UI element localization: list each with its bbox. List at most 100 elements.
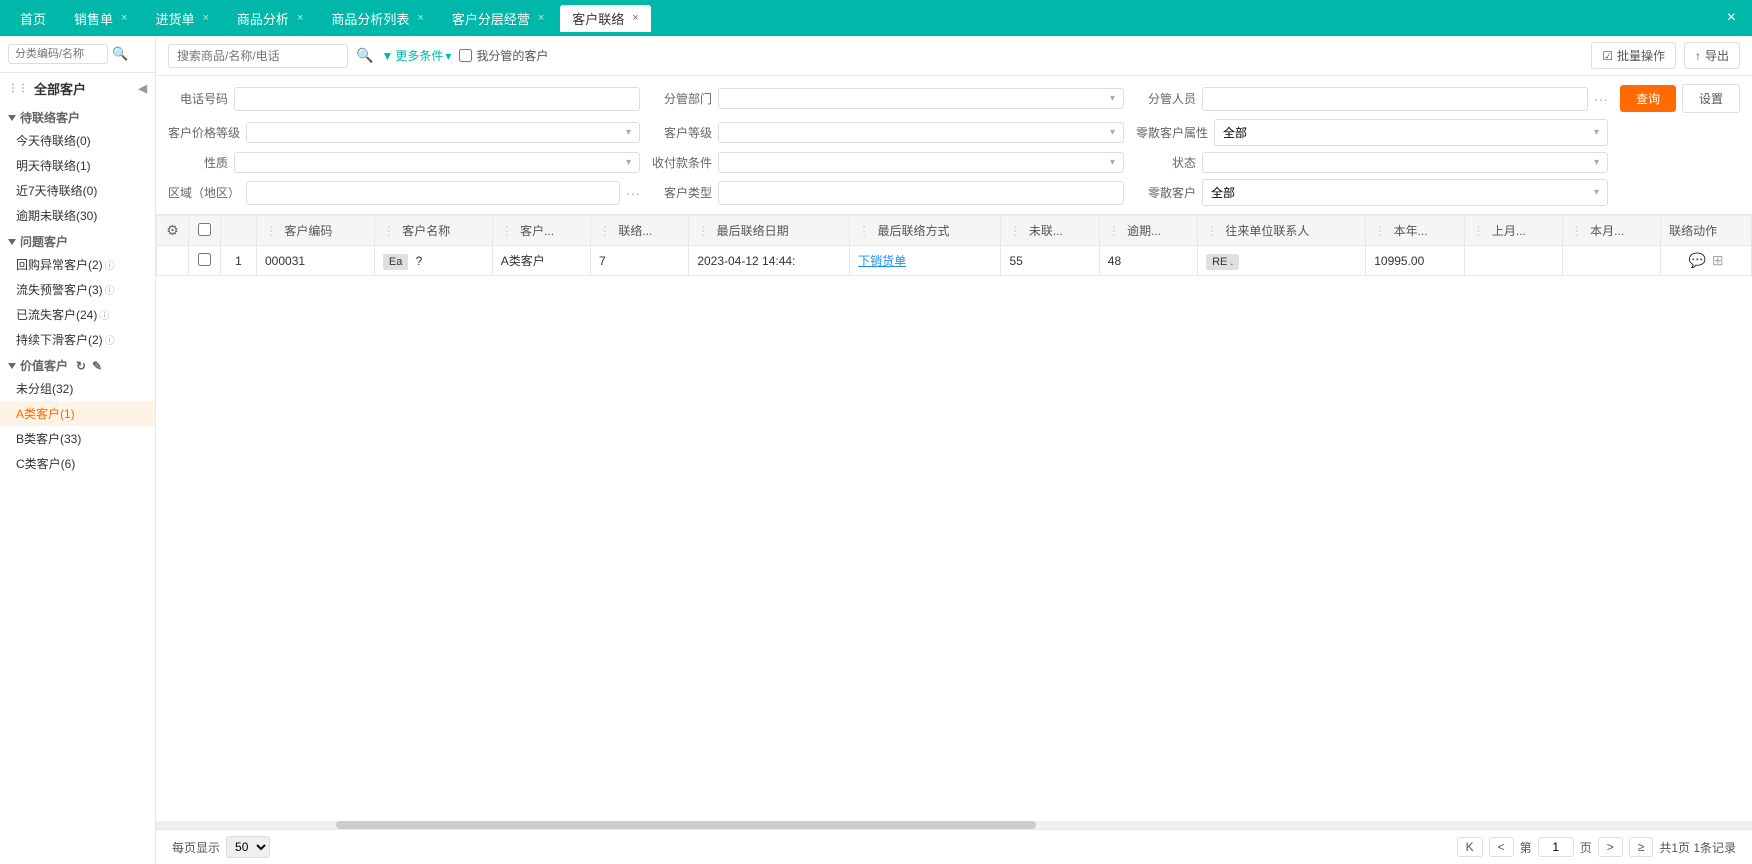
td-customer-code[interactable]: 000031 [257, 246, 375, 276]
info-icon-churn[interactable]: ⓘ [105, 282, 115, 297]
sidebar-item-class-a[interactable]: A类客户(1) [0, 401, 155, 426]
th-customer-type[interactable]: ⋮ 客户... [492, 216, 590, 246]
horizontal-scrollbar[interactable] [156, 821, 1752, 829]
td-last-contact-method[interactable]: 下销货单 [850, 246, 1001, 276]
sidebar-item-class-b[interactable]: B类客户(33) [0, 426, 155, 451]
refresh-value-icon[interactable]: ↻ [76, 359, 86, 373]
settings-button[interactable]: 设置 [1682, 84, 1740, 113]
payment-select[interactable]: ▾ [718, 152, 1124, 173]
nav-tab-analysis-list[interactable]: 商品分析列表 × [319, 5, 435, 32]
page-number-input[interactable] [1538, 837, 1574, 857]
group-problem-customers[interactable]: 问题客户 [0, 228, 155, 252]
sidebar-item-churn-warning[interactable]: 流失预警客户(3) ⓘ [0, 277, 155, 302]
row-checkbox[interactable] [198, 253, 211, 266]
nature-select[interactable]: ▾ [234, 152, 640, 173]
sidebar-item-repurchase-anomaly[interactable]: 回购异常客户(2) ⓘ [0, 252, 155, 277]
close-purchase-tab[interactable]: × [202, 12, 208, 24]
td-customer-name[interactable]: Ea ? [374, 246, 492, 276]
batch-ops-button[interactable]: ☑ 批量操作 [1591, 42, 1676, 69]
payment-chevron: ▾ [1110, 157, 1115, 168]
info-icon-declining[interactable]: ⓘ [105, 332, 115, 347]
nav-tab-sales[interactable]: 销售单 × [62, 5, 139, 32]
message-icon[interactable]: 💬 [1688, 252, 1705, 269]
sidebar-item-class-c[interactable]: C类客户(6) [0, 451, 155, 476]
close-sales-tab[interactable]: × [121, 12, 127, 24]
next-page-button[interactable]: > [1598, 837, 1623, 857]
all-customers-header[interactable]: ⋮⋮ 全部客户 ◀ [0, 73, 155, 104]
sidebar-item-declining[interactable]: 持续下滑客户(2) ⓘ [0, 327, 155, 352]
th-overdue[interactable]: ⋮ 逾期... [1099, 216, 1197, 246]
scrollbar-thumb[interactable] [336, 821, 1036, 829]
th-this-month[interactable]: ⋮ 本月... [1562, 216, 1660, 246]
th-checkbox[interactable] [189, 216, 221, 246]
close-contact-tab[interactable]: × [632, 12, 638, 24]
last-page-button[interactable]: ≥ [1629, 837, 1654, 857]
th-contact-count[interactable]: ⋮ 联络... [591, 216, 689, 246]
customer-level-select[interactable]: ▾ [718, 122, 1124, 143]
search-input[interactable] [168, 44, 348, 68]
top-navigation: 首页 销售单 × 进货单 × 商品分析 × 商品分析列表 × 客户分层经营 × … [0, 0, 1752, 36]
contact-method-link[interactable]: 下销货单 [858, 254, 906, 268]
prev-page-button[interactable]: < [1489, 837, 1514, 857]
dept-select[interactable]: ▾ [718, 88, 1124, 109]
nav-home[interactable]: 首页 [8, 5, 58, 32]
close-analysis-list-tab[interactable]: × [417, 12, 423, 24]
sidebar-item-tomorrow-contact[interactable]: 明天待联络(1) [0, 153, 155, 178]
filter-row-1: 电话号码 分管部门 ▾ 分管人员 ··· 查询 设置 [168, 84, 1740, 113]
nav-tab-analysis[interactable]: 商品分析 × [225, 5, 315, 32]
close-analysis-tab[interactable]: × [297, 12, 303, 24]
th-contacts-person[interactable]: ⋮ 往来单位联系人 [1198, 216, 1366, 246]
page-label: 第 [1520, 839, 1532, 856]
td-checkbox[interactable] [189, 246, 221, 276]
th-settings[interactable]: ⚙ [157, 216, 189, 246]
payment-field: 收付款条件 ▾ [652, 152, 1124, 173]
th-customer-name[interactable]: ⋮ 客户名称 [374, 216, 492, 246]
column-settings-icon[interactable]: ⚙ [166, 222, 179, 238]
status-label: 状态 [1136, 154, 1196, 171]
person-input[interactable] [1202, 87, 1588, 111]
my-customers-checkbox[interactable]: 我分管的客户 [459, 47, 548, 64]
edit-value-icon[interactable]: ✎ [92, 359, 102, 373]
th-no-contact[interactable]: ⋮ 未联... [1001, 216, 1099, 246]
person-dots[interactable]: ··· [1594, 91, 1608, 107]
close-segment-tab[interactable]: × [538, 12, 544, 24]
phone-input[interactable] [234, 87, 640, 111]
sidebar-search-icon[interactable]: 🔍 [112, 46, 128, 62]
sidebar-search-input[interactable] [8, 44, 108, 64]
sidebar-item-unclassified[interactable]: 未分组(32) [0, 376, 155, 401]
query-button[interactable]: 查询 [1620, 85, 1676, 112]
region-input[interactable] [246, 181, 620, 205]
group-value-customers[interactable]: 价值客户 ↻ ✎ [0, 352, 155, 376]
search-button[interactable]: 🔍 [356, 47, 373, 64]
my-customers-check[interactable] [459, 49, 472, 62]
region-dots[interactable]: ··· [626, 185, 640, 201]
qr-icon[interactable]: ⊞ [1712, 252, 1724, 269]
info-icon-churned[interactable]: ⓘ [99, 307, 109, 322]
group-pending-contact[interactable]: 待联络客户 [0, 104, 155, 128]
close-all-tabs[interactable]: × [1719, 5, 1744, 31]
sidebar-item-churned[interactable]: 已流失客户(24) ⓘ [0, 302, 155, 327]
scatter-customer-select[interactable]: 全部 ▾ [1202, 179, 1608, 206]
sidebar-item-overdue-contact[interactable]: 逾期未联络(30) [0, 203, 155, 228]
th-last-month[interactable]: ⋮ 上月... [1464, 216, 1562, 246]
status-select[interactable]: ▾ [1202, 152, 1608, 173]
th-last-contact-date[interactable]: ⋮ 最后联络日期 [689, 216, 850, 246]
sidebar-item-today-contact[interactable]: 今天待联络(0) [0, 128, 155, 153]
th-customer-code[interactable]: ⋮ 客户编码 [257, 216, 375, 246]
info-icon-repurchase[interactable]: ⓘ [105, 257, 115, 272]
more-filters-button[interactable]: ▼ 更多条件 ▾ [381, 47, 451, 64]
th-this-year[interactable]: ⋮ 本年... [1366, 216, 1464, 246]
nav-tab-customer-contact[interactable]: 客户联络 × [560, 5, 650, 32]
select-all-checkbox[interactable] [198, 223, 211, 236]
th-last-contact-method[interactable]: ⋮ 最后联络方式 [850, 216, 1001, 246]
export-button[interactable]: ↑ 导出 [1684, 42, 1740, 69]
filter-icon: ▼ [381, 49, 393, 63]
first-page-button[interactable]: K [1457, 837, 1483, 857]
customer-type-input[interactable] [718, 181, 1124, 205]
sidebar-item-7days-contact[interactable]: 近7天待联络(0) [0, 178, 155, 203]
nav-tab-customer-segment[interactable]: 客户分层经营 × [440, 5, 556, 32]
nav-tab-purchase[interactable]: 进货单 × [143, 5, 220, 32]
price-level-select[interactable]: ▾ [246, 122, 640, 143]
scatter-attr-select[interactable]: 全部 ▾ [1214, 119, 1608, 146]
per-page-select[interactable]: 50 [226, 836, 270, 858]
